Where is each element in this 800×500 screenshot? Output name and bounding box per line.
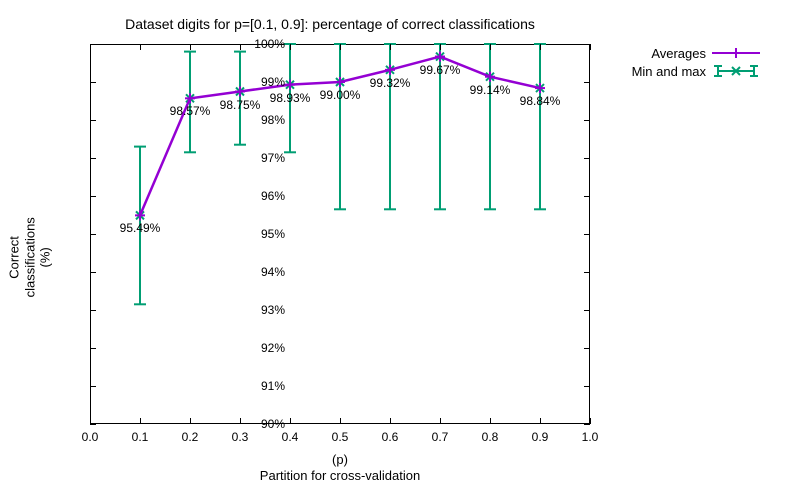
x-axis-label: (p) Partition for cross-validation	[90, 452, 590, 485]
y-tick-label: 98%	[225, 113, 285, 127]
data-label: 98.84%	[520, 94, 561, 108]
x-tick-label: 0.1	[120, 430, 160, 444]
y-tick-label: 91%	[225, 379, 285, 393]
legend-label-minmax: Min and max	[632, 64, 712, 79]
data-label: 99.00%	[320, 88, 361, 102]
y-tick-label: 96%	[225, 189, 285, 203]
x-tick-label: 0.2	[170, 430, 210, 444]
x-axis-label-line2: Partition for cross-validation	[260, 468, 420, 483]
x-tick-label: 0.7	[420, 430, 460, 444]
chart-container: Dataset digits for p=[0.1, 0.9]: percent…	[0, 0, 800, 500]
y-tick-label: 93%	[225, 303, 285, 317]
y-tick-label: 92%	[225, 341, 285, 355]
y-tick-label: 97%	[225, 151, 285, 165]
y-tick-label: 99%	[225, 75, 285, 89]
y-axis-label: Correct classifications (%)	[7, 217, 54, 297]
x-tick-label: 0.3	[220, 430, 260, 444]
data-label: 99.32%	[370, 76, 411, 90]
x-tick-label: 0.8	[470, 430, 510, 444]
legend-row-minmax: Min and max	[632, 62, 760, 80]
data-label: 98.93%	[270, 91, 311, 105]
y-tick-label: 94%	[225, 265, 285, 279]
legend: Averages Min and max	[632, 44, 760, 80]
data-label: 99.14%	[470, 83, 511, 97]
y-axis-label-line2: (%)	[38, 247, 53, 267]
x-tick-label: 0.5	[320, 430, 360, 444]
legend-sample-minmax	[712, 64, 760, 78]
x-tick-label: 0.0	[70, 430, 110, 444]
data-label: 98.75%	[220, 98, 261, 112]
y-tick-label: 90%	[225, 417, 285, 431]
y-axis-label-line1: Correct classifications	[7, 217, 38, 297]
x-tick-label: 0.4	[270, 430, 310, 444]
data-label: 95.49%	[120, 221, 161, 235]
chart-title: Dataset digits for p=[0.1, 0.9]: percent…	[70, 16, 590, 32]
data-label: 98.57%	[170, 104, 211, 118]
legend-sample-averages	[712, 46, 760, 60]
data-label: 99.67%	[420, 63, 461, 77]
legend-label-averages: Averages	[651, 46, 712, 61]
x-tick-label: 1.0	[570, 430, 610, 444]
x-axis-label-line1: (p)	[332, 452, 348, 467]
y-tick-label: 100%	[225, 37, 285, 51]
legend-row-averages: Averages	[632, 44, 760, 62]
y-tick-label: 95%	[225, 227, 285, 241]
x-tick-label: 0.9	[520, 430, 560, 444]
x-tick-label: 0.6	[370, 430, 410, 444]
